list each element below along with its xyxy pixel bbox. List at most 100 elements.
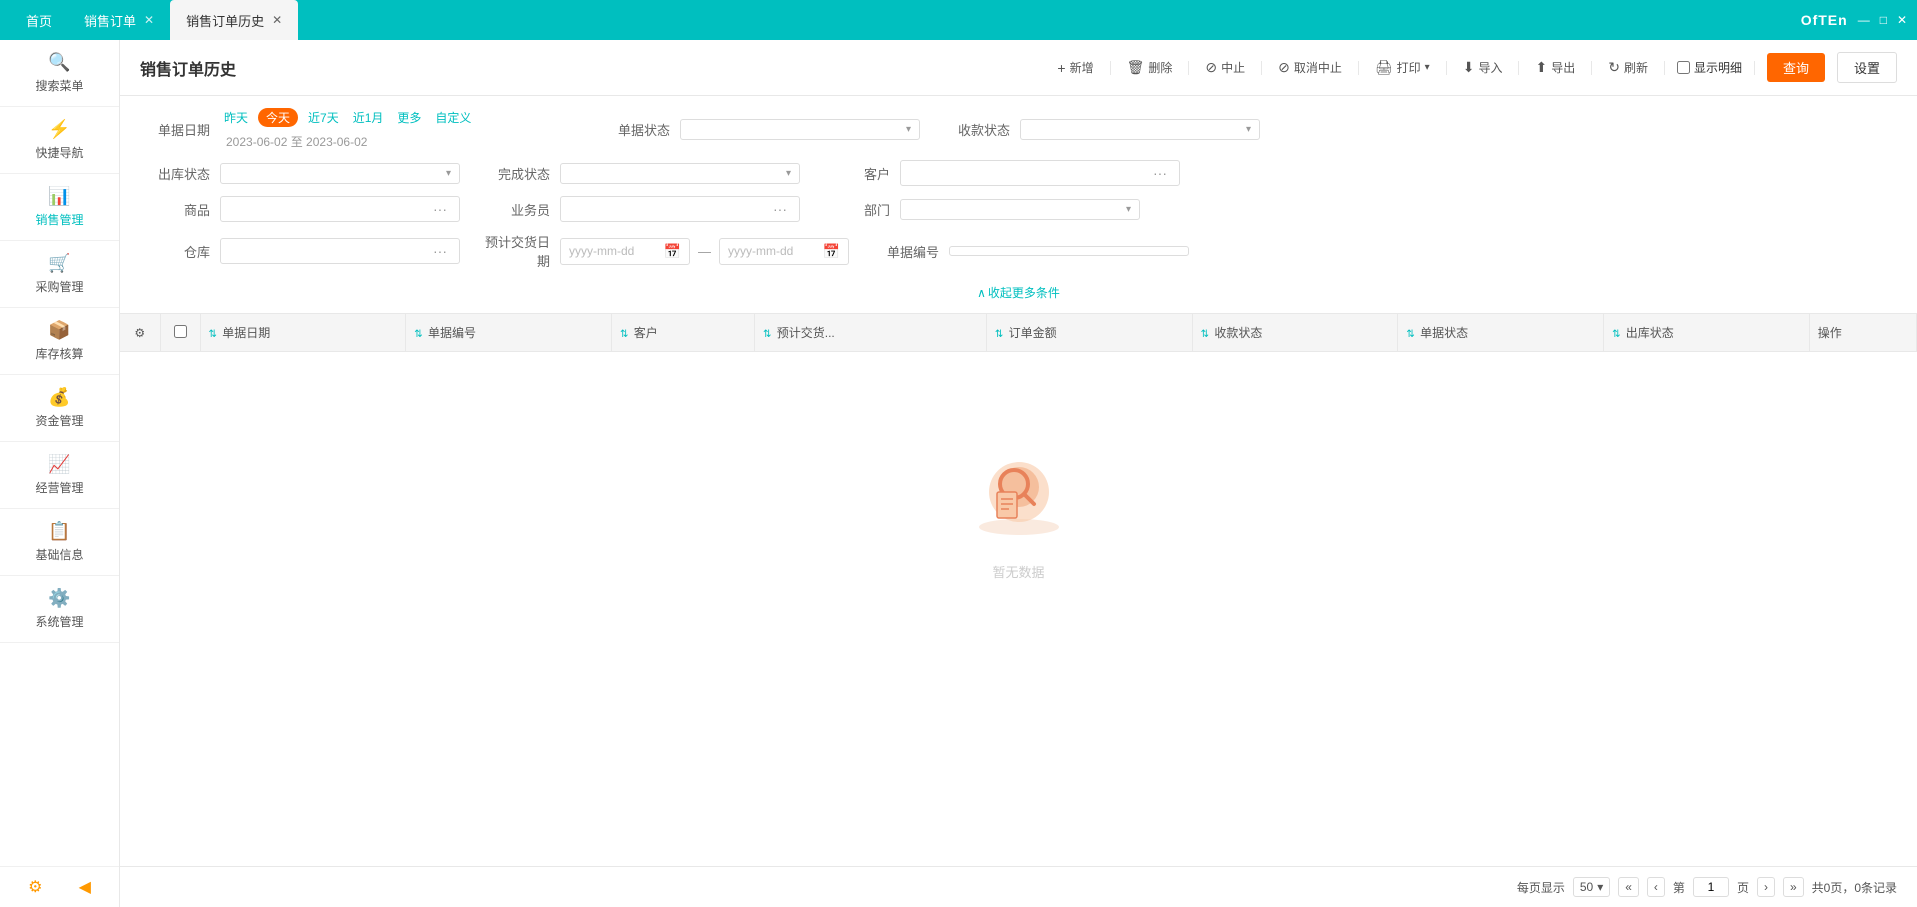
department-arrow-icon: ▾	[1126, 204, 1131, 215]
prev-page-btn[interactable]: ‹	[1647, 877, 1665, 897]
completion-status-select[interactable]: ▾	[560, 163, 800, 184]
tab-sales-order-history-label: 销售订单历史	[186, 11, 264, 30]
filter-row-1: 单据日期 昨天 今天 近7天 近1月 更多 自定义 2023-06-02 至 2…	[140, 108, 1897, 150]
sidebar-item-inventory-label: 库存核算	[35, 345, 83, 362]
payment-status-select[interactable]: ▾	[1020, 119, 1260, 140]
th-customer-sort-icon: ⇅	[620, 329, 628, 340]
first-page-btn[interactable]: «	[1618, 877, 1639, 897]
print-button[interactable]: 🖨 打印 ▾	[1371, 57, 1434, 78]
th-order-status[interactable]: ⇅ 单据状态	[1398, 314, 1604, 352]
cancel-stop-button[interactable]: ⊘ 取消中止	[1274, 57, 1346, 78]
tab-sales-order-history[interactable]: 销售订单历史 ✕	[170, 0, 298, 40]
window-maximize-btn[interactable]: □	[1880, 13, 1887, 27]
th-order-status-label: 单据状态	[1420, 326, 1468, 340]
date-filter-field: 昨天 今天 近7天 近1月 更多 自定义 2023-06-02 至 2023-0…	[220, 108, 600, 150]
shortcut-yesterday[interactable]: 昨天	[220, 108, 252, 127]
delivery-date-end-calendar-icon[interactable]: 📅	[823, 243, 840, 260]
sidebar-item-sales-mgmt[interactable]: 📊 销售管理	[0, 174, 119, 241]
table-settings-icon[interactable]: ⚙	[134, 326, 145, 340]
stop-button[interactable]: ⊘ 中止	[1201, 57, 1249, 78]
product-input[interactable]: ···	[220, 196, 460, 222]
print-label: 打印	[1397, 59, 1421, 76]
th-settings[interactable]: ⚙	[120, 314, 160, 352]
select-all-checkbox[interactable]	[174, 325, 187, 338]
empty-state: 暂无数据	[120, 352, 1917, 661]
new-button[interactable]: + 新增	[1053, 57, 1097, 78]
th-payment-status[interactable]: ⇅ 收款状态	[1192, 314, 1398, 352]
sidebar-item-search-menu[interactable]: 🔍 搜索菜单	[0, 40, 119, 107]
outbound-status-select[interactable]: ▾	[220, 163, 460, 184]
table-head: ⚙ ⇅ 单据日期 ⇅ 单据编号	[120, 314, 1917, 352]
th-outbound-label: 出库状态	[1626, 326, 1674, 340]
collapse-btn[interactable]: ∧ 收起更多条件	[977, 284, 1060, 301]
setting-button[interactable]: 设置	[1837, 52, 1897, 83]
customer-input[interactable]: ···	[900, 160, 1180, 186]
refresh-button[interactable]: ↻ 刷新	[1604, 57, 1652, 78]
shortcut-custom[interactable]: 自定义	[431, 108, 475, 127]
display-detail-checkbox[interactable]	[1677, 61, 1690, 74]
tab-sales-order[interactable]: 销售订单 ✕	[68, 0, 170, 40]
tab-sales-order-history-close[interactable]: ✕	[272, 13, 282, 27]
window-close-btn[interactable]: ✕	[1897, 13, 1907, 27]
sidebar-item-inventory[interactable]: 📦 库存核算	[0, 308, 119, 375]
th-payment-sort-icon: ⇅	[1201, 329, 1209, 340]
th-date[interactable]: ⇅ 单据日期	[200, 314, 406, 352]
warehouse-input[interactable]: ···	[220, 238, 460, 264]
product-dots-btn[interactable]: ···	[429, 201, 451, 217]
window-minimize-btn[interactable]: —	[1858, 13, 1870, 27]
sidebar-item-sys-mgmt[interactable]: ⚙️ 系统管理	[0, 576, 119, 643]
department-select[interactable]: ▾	[900, 199, 1140, 220]
th-customer[interactable]: ⇅ 客户	[611, 314, 754, 352]
th-delivery-date[interactable]: ⇅ 预计交货...	[755, 314, 987, 352]
payment-status-arrow-icon: ▾	[1246, 124, 1251, 135]
order-status-select[interactable]: ▾	[680, 119, 920, 140]
content-area: 销售订单历史 + 新增 🗑 删除 ⊘ 中止 ⊘	[120, 40, 1917, 907]
customer-dots-btn[interactable]: ···	[1149, 165, 1171, 181]
sidebar-item-quick-nav-label: 快捷导航	[35, 144, 83, 161]
th-checkbox[interactable]	[160, 314, 200, 352]
th-order-no[interactable]: ⇅ 单据编号	[406, 314, 612, 352]
operations-icon: 📈	[48, 454, 70, 475]
sidebar-item-operations[interactable]: 📈 经营管理	[0, 442, 119, 509]
salesperson-dots-btn[interactable]: ···	[769, 201, 791, 217]
sidebar-item-finance[interactable]: 💰 资金管理	[0, 375, 119, 442]
delete-button[interactable]: 🗑 删除	[1123, 57, 1177, 78]
import-button[interactable]: ⬇ 导入	[1459, 57, 1507, 78]
date-shortcuts: 昨天 今天 近7天 近1月 更多 自定义 2023-06-02 至 2023-0…	[220, 108, 600, 150]
delivery-date-start-calendar-icon[interactable]: 📅	[664, 243, 681, 260]
display-detail-toggle[interactable]: 显示明细	[1677, 59, 1742, 76]
next-page-btn[interactable]: ›	[1757, 877, 1775, 897]
sidebar-collapse-btn[interactable]: ◀	[79, 877, 91, 897]
sidebar-item-purchase-mgmt[interactable]: 🛒 采购管理	[0, 241, 119, 308]
order-no-input[interactable]	[949, 246, 1189, 256]
th-amount[interactable]: ⇅ 订单金额	[986, 314, 1192, 352]
delivery-date-end-input[interactable]: yyyy-mm-dd 📅	[719, 238, 849, 265]
last-page-btn[interactable]: »	[1783, 877, 1804, 897]
shortcut-more[interactable]: 更多	[393, 108, 425, 127]
outbound-status-label: 出库状态	[140, 164, 220, 183]
current-page-input[interactable]	[1693, 877, 1729, 897]
refresh-icon: ↻	[1608, 59, 1620, 76]
export-button[interactable]: ⬆ 导出	[1531, 57, 1579, 78]
customer-label: 客户	[820, 164, 900, 183]
shortcut-last1month[interactable]: 近1月	[349, 108, 388, 127]
warehouse-dots-btn[interactable]: ···	[429, 243, 451, 259]
th-actions: 操作	[1809, 314, 1916, 352]
salesperson-input[interactable]: ···	[560, 196, 800, 222]
sidebar-item-base-info[interactable]: 📋 基础信息	[0, 509, 119, 576]
sidebar-item-sys-mgmt-label: 系统管理	[35, 613, 83, 630]
shortcut-today[interactable]: 今天	[258, 108, 298, 127]
page-size-select[interactable]: 50 ▾	[1573, 877, 1610, 897]
product-label: 商品	[140, 200, 220, 219]
query-button[interactable]: 查询	[1767, 53, 1825, 82]
search-menu-icon: 🔍	[48, 52, 70, 73]
sidebar-item-quick-nav[interactable]: ⚡ 快捷导航	[0, 107, 119, 174]
sidebar-settings-btn[interactable]: ⚙	[28, 877, 42, 897]
delivery-date-start-input[interactable]: yyyy-mm-dd 📅	[560, 238, 690, 265]
tab-sales-order-close[interactable]: ✕	[144, 13, 154, 27]
divider-6	[1518, 61, 1519, 75]
tab-home[interactable]: 首页	[10, 0, 68, 40]
shortcut-last7[interactable]: 近7天	[304, 108, 343, 127]
th-outbound-status[interactable]: ⇅ 出库状态	[1604, 314, 1810, 352]
th-actions-label: 操作	[1818, 326, 1842, 340]
